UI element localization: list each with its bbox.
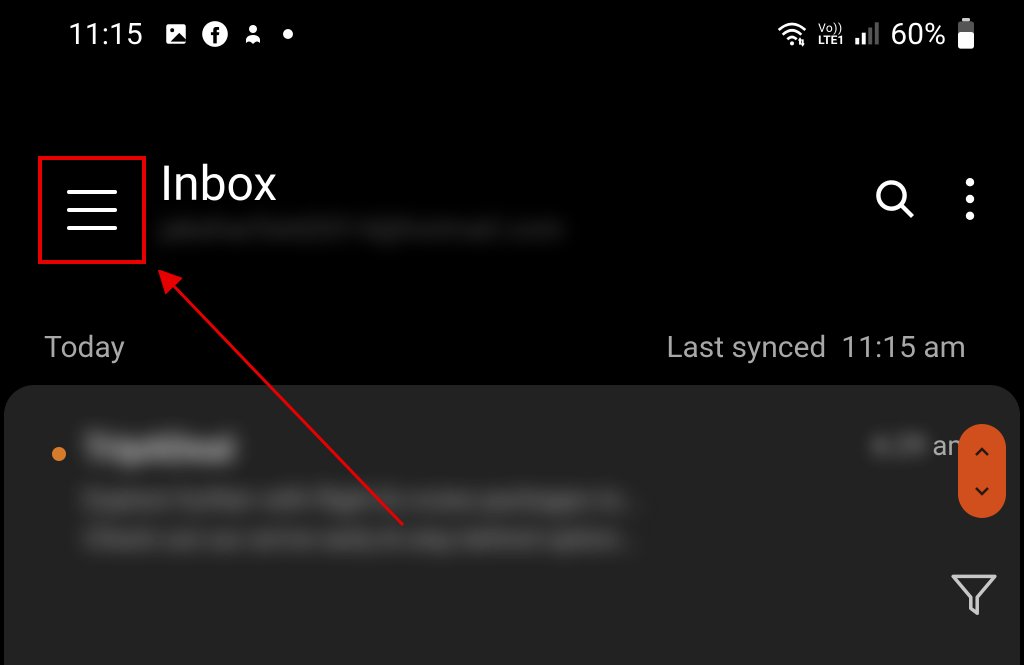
scroll-control[interactable] — [958, 424, 1006, 518]
battery-icon — [956, 18, 976, 50]
unread-dot-icon — [52, 447, 66, 461]
account-email: jakeharfield2014@hotmail.com — [160, 212, 870, 245]
email-preview: Explore further with flight & cruise pac… — [84, 481, 854, 559]
signal-icon — [854, 22, 880, 46]
more-icon[interactable] — [964, 178, 976, 224]
email-sender: TripADeal — [84, 429, 854, 469]
hamburger-highlight — [38, 156, 146, 264]
status-left: 11:15 — [68, 17, 293, 52]
status-bar: 11:15 Vo)) LTE1 60% — [0, 0, 1024, 60]
chevron-up-icon — [974, 443, 990, 461]
facebook-icon — [201, 20, 229, 48]
filter-icon[interactable] — [950, 572, 998, 620]
notification-dot — [283, 29, 293, 39]
header-actions — [874, 160, 1000, 224]
email-content: TripADeal Explore further with flight & … — [84, 429, 854, 559]
page-title: Inbox — [160, 160, 870, 208]
gallery-icon — [163, 21, 189, 47]
app-header: Inbox jakeharfield2014@hotmail.com — [0, 60, 1024, 268]
email-list: TripADeal Explore further with flight & … — [4, 385, 1020, 665]
menu-icon[interactable] — [67, 190, 117, 230]
email-item[interactable]: TripADeal Explore further with flight & … — [52, 429, 972, 559]
chevron-down-icon — [974, 482, 990, 500]
status-time: 11:15 — [68, 17, 143, 52]
status-right: Vo)) LTE1 60% — [776, 17, 976, 52]
person-icon — [241, 21, 265, 47]
battery-percent: 60% — [890, 17, 946, 52]
search-icon[interactable] — [874, 178, 916, 224]
today-label: Today — [44, 330, 125, 365]
sync-row: Today Last synced 11:15 am — [0, 268, 1024, 385]
wifi-icon — [776, 20, 808, 48]
last-synced: Last synced 11:15 am — [666, 330, 966, 365]
network-label: Vo)) LTE1 — [818, 22, 844, 46]
title-block: Inbox jakeharfield2014@hotmail.com — [150, 160, 870, 245]
